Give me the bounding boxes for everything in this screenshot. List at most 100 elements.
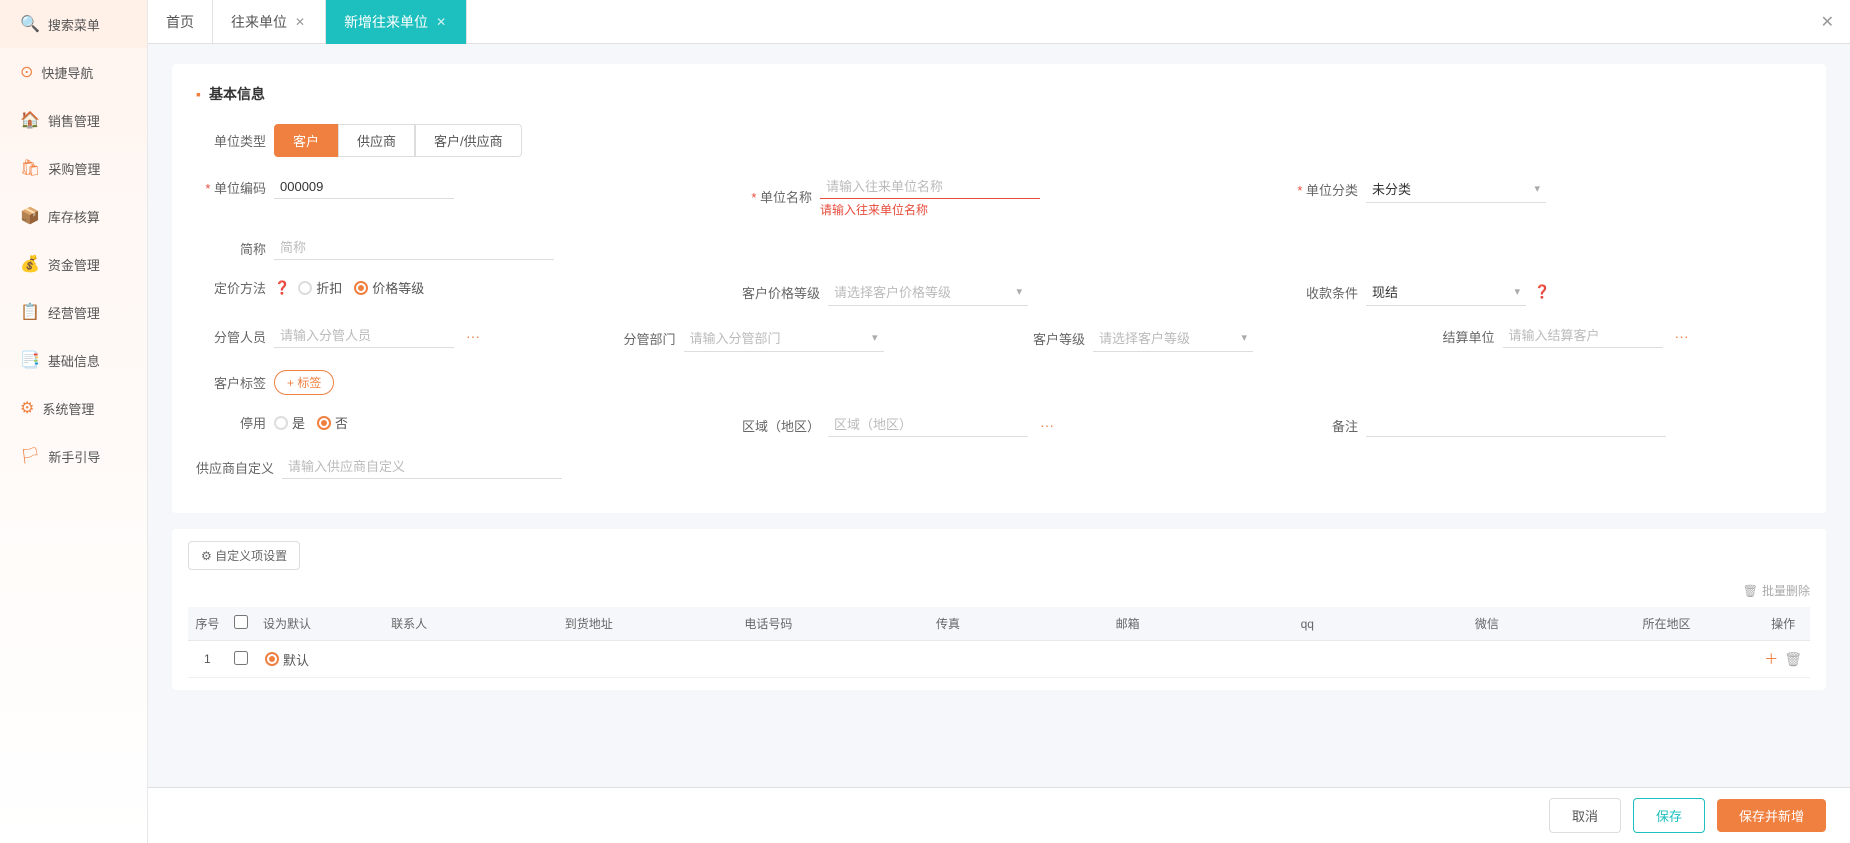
sidebar-item-newguide[interactable]: 🏳 新手引导 — [0, 432, 147, 480]
payment-terms-label: 收款条件 — [1288, 283, 1358, 302]
unit-code-label: 单位编码 — [196, 178, 266, 197]
tab-home[interactable]: 首页 — [148, 0, 213, 44]
close-new-partner-tab[interactable]: ✕ — [434, 15, 448, 29]
customer-level-field: 客户等级 请选择客户等级 ▾ — [1015, 324, 1393, 352]
newguide-icon: 🏳 — [20, 446, 40, 466]
supplier-custom-input[interactable] — [282, 455, 562, 479]
sidebar-item-basic[interactable]: 📑 基础信息 — [0, 336, 147, 384]
row-email[interactable] — [1038, 641, 1218, 678]
wechat-input[interactable] — [1403, 652, 1571, 666]
pricing-discount[interactable]: 折扣 — [298, 278, 342, 297]
supplier-custom-label: 供应商自定义 — [196, 458, 274, 477]
supervisor-field: 分管人员 ··· — [196, 324, 574, 348]
col-phone: 电话号码 — [679, 607, 859, 641]
settlement-unit-input[interactable] — [1503, 324, 1663, 348]
unit-type-supplier[interactable]: 供应商 — [338, 124, 415, 157]
save-button[interactable]: 保存 — [1633, 798, 1705, 833]
section-icon: ▪ — [196, 86, 201, 102]
sidebar-item-finance[interactable]: 💰 资金管理 — [0, 240, 147, 288]
department-select[interactable]: 请输入分管部门 ▾ — [684, 324, 884, 352]
sales-icon: 🏠 — [20, 110, 40, 130]
pricing-level[interactable]: 价格等级 — [354, 278, 424, 297]
form-content: ▪ 基本信息 单位类型 客户 供应商 客户/供应商 单位编码 — [148, 44, 1850, 787]
phone-input[interactable] — [685, 652, 853, 666]
sidebar-item-operation[interactable]: 📋 经营管理 — [0, 288, 147, 336]
row-checkbox[interactable] — [234, 651, 248, 665]
tab-partners[interactable]: 往来单位 ✕ — [213, 0, 326, 44]
row-wechat[interactable] — [1397, 641, 1577, 678]
contacts-table: 序号 设为默认 联系人 到货地址 电话号码 传真 邮箱 qq 微信 所在地区 操… — [188, 607, 1810, 678]
customer-level-placeholder: 请选择客户等级 — [1099, 328, 1237, 347]
contact-input[interactable] — [325, 652, 493, 666]
supervisor-more-btn[interactable]: ··· — [462, 328, 484, 344]
row-address[interactable] — [499, 641, 679, 678]
batch-delete-button[interactable]: 🗑 批量删除 — [1743, 582, 1810, 599]
row-fax[interactable] — [858, 641, 1038, 678]
sidebar-item-purchase[interactable]: 🛍 采购管理 — [0, 144, 147, 192]
sidebar-item-inventory[interactable]: 📦 库存核算 — [0, 192, 147, 240]
payment-terms-help-icon[interactable]: ❓ — [1534, 284, 1550, 300]
fax-input[interactable] — [864, 652, 1032, 666]
customer-level-select[interactable]: 请选择客户等级 ▾ — [1093, 324, 1253, 352]
tab-new-partner[interactable]: 新增往来单位 ✕ — [326, 0, 467, 44]
default-radio-circle — [265, 652, 279, 666]
supplier-custom-field: 供应商自定义 — [196, 455, 1802, 479]
operation-icon: 📋 — [20, 302, 40, 322]
close-partners-tab[interactable]: ✕ — [293, 15, 307, 29]
short-name-input[interactable] — [274, 236, 554, 260]
select-all-checkbox[interactable] — [234, 615, 248, 629]
unit-type-both[interactable]: 客户/供应商 — [415, 124, 522, 157]
add-tag-button[interactable]: + 标签 — [274, 370, 334, 395]
sidebar-item-system[interactable]: ⚙ 系统管理 — [0, 384, 147, 432]
sidebar-item-quicknav[interactable]: ⊙ 快捷导航 — [0, 48, 147, 96]
settlement-unit-more-btn[interactable]: ··· — [1671, 328, 1693, 344]
unit-code-field: 单位编码 — [196, 175, 710, 199]
col-checkbox — [227, 607, 255, 641]
row-delete-button[interactable]: 🗑 — [1784, 651, 1802, 668]
pricing-row: 定价方法 ❓ 折扣 价格等级 客户价格等级 — [196, 278, 1802, 306]
row-phone[interactable] — [679, 641, 859, 678]
email-input[interactable] — [1044, 652, 1212, 666]
pricing-label: 定价方法 — [196, 278, 266, 297]
disabled-region-remark-row: 停用 是 否 区域（地区） ··· — [196, 413, 1802, 437]
qq-input[interactable] — [1223, 652, 1391, 666]
basic-info-card: ▪ 基本信息 单位类型 客户 供应商 客户/供应商 单位编码 — [172, 64, 1826, 513]
close-all-tabs[interactable]: ✕ — [1805, 12, 1850, 32]
row-contact[interactable] — [319, 641, 499, 678]
disabled-no[interactable]: 否 — [317, 413, 348, 432]
pricing-help-icon[interactable]: ❓ — [274, 280, 290, 296]
row-add-button[interactable]: ＋ — [1764, 649, 1778, 669]
shortname-row: 简称 — [196, 236, 1802, 260]
customer-price-level-field: 客户价格等级 请选择客户价格等级 ▾ — [742, 278, 1256, 306]
department-label: 分管部门 — [606, 329, 676, 348]
sidebar-item-search[interactable]: 🔍 搜索菜单 — [0, 0, 147, 48]
customer-level-chevron: ▾ — [1241, 331, 1247, 344]
disabled-yes[interactable]: 是 — [274, 413, 305, 432]
unit-name-input[interactable] — [820, 175, 1040, 199]
unit-category-select[interactable]: 未分类 ▾ — [1366, 175, 1546, 203]
region-input[interactable] — [828, 413, 1028, 437]
address-input[interactable] — [505, 652, 673, 666]
row-default-radio[interactable]: 默认 — [261, 650, 314, 669]
region-more-btn[interactable]: ··· — [1036, 417, 1058, 433]
remark-input[interactable] — [1366, 413, 1666, 437]
sidebar-item-sales[interactable]: 🏠 销售管理 — [0, 96, 147, 144]
col-address: 到货地址 — [499, 607, 679, 641]
supervisor-input[interactable] — [274, 324, 454, 348]
contacts-table-section: ⚙ 自定义项设置 🗑 批量删除 序号 设为默认 联系人 到货地址 电话号码 — [172, 529, 1826, 690]
custom-settings-button[interactable]: ⚙ 自定义项设置 — [188, 541, 300, 570]
col-default: 设为默认 — [255, 607, 320, 641]
row-region[interactable] — [1577, 641, 1757, 678]
cancel-button[interactable]: 取消 — [1549, 798, 1621, 833]
unit-type-customer[interactable]: 客户 — [274, 124, 338, 157]
payment-terms-chevron: ▾ — [1514, 285, 1520, 298]
row-region-input[interactable] — [1583, 652, 1751, 666]
customer-price-level-select[interactable]: 请选择客户价格等级 ▾ — [828, 278, 1028, 306]
pricing-method-field: 定价方法 ❓ 折扣 价格等级 — [196, 278, 710, 297]
save-new-button[interactable]: 保存并新增 — [1717, 799, 1826, 832]
col-contact: 联系人 — [319, 607, 499, 641]
unit-code-input[interactable] — [274, 175, 454, 199]
payment-terms-select[interactable]: 现结 ▾ — [1366, 278, 1526, 306]
row-actions: ＋ 🗑 — [1756, 641, 1810, 678]
row-qq[interactable] — [1217, 641, 1397, 678]
